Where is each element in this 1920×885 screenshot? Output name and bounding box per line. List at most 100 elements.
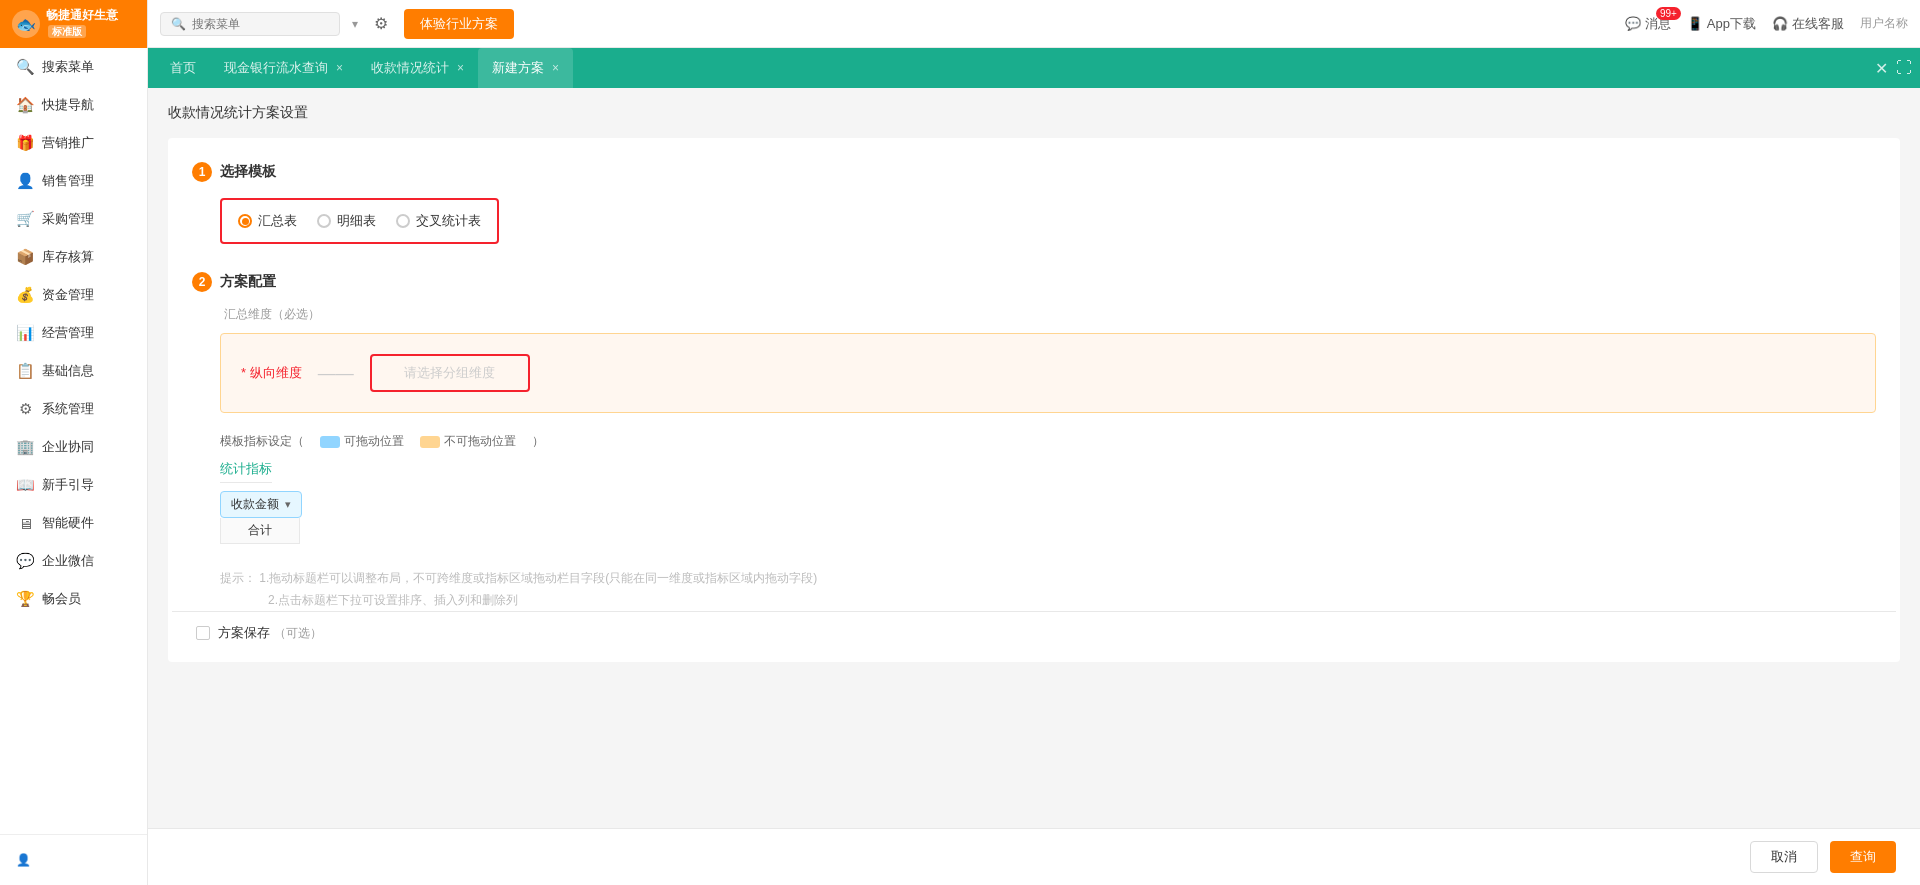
section1-header: 1 选择模板: [192, 162, 1876, 182]
metrics-header: 模板指标设定（ 可拖动位置 不可拖动位置 ）: [220, 433, 1876, 450]
metrics-close: ）: [532, 433, 544, 450]
section1-num: 1: [192, 162, 212, 182]
settings-card: 1 选择模板 汇总表 明细表 交叉统计表: [168, 138, 1900, 662]
metrics-section: 模板指标设定（ 可拖动位置 不可拖动位置 ）: [220, 433, 1876, 450]
topbar: 🔍 ▾ ⚙ 体验行业方案 💬 消息 99+ 📱 App下载 🎧 在线客服 用户名…: [148, 0, 1920, 48]
topbar-right: 💬 消息 99+ 📱 App下载 🎧 在线客服 用户名称: [1625, 15, 1908, 33]
drag-indicator: [320, 436, 340, 448]
no-draggable-label: 不可拖动位置: [444, 433, 516, 450]
cancel-button[interactable]: 取消: [1750, 841, 1818, 873]
basic-icon: 📋: [16, 362, 34, 380]
maximize-window-icon[interactable]: ⛶: [1896, 59, 1912, 78]
trial-button[interactable]: 体验行业方案: [404, 9, 514, 39]
dimension-area: * 纵向维度 —— 请选择分组维度: [220, 333, 1876, 413]
tab-collection-close[interactable]: ×: [457, 61, 464, 75]
tab-cashflow[interactable]: 现金银行流水查询 ×: [210, 48, 357, 88]
radio-cross[interactable]: 交叉统计表: [396, 212, 481, 230]
save-label: 方案保存 （可选）: [218, 624, 322, 642]
sidebar-item-label: 智能硬件: [42, 514, 94, 532]
sidebar-item-guide[interactable]: 📖 新手引导: [0, 466, 147, 504]
stats-section: 统计指标 收款金额 ▾ 合计: [220, 460, 1876, 544]
no-draggable-badge: 不可拖动位置: [420, 433, 516, 450]
section2-header: 2 方案配置: [192, 272, 1876, 292]
sidebar-item-enterprise[interactable]: 🏢 企业协同: [0, 428, 147, 466]
sidebar-item-basic[interactable]: 📋 基础信息: [0, 352, 147, 390]
member-icon: 🏆: [16, 590, 34, 608]
logo-label: 畅捷通好生意: [46, 8, 118, 22]
sidebar-item-inventory[interactable]: 📦 库存核算: [0, 238, 147, 276]
sidebar-item-wechat[interactable]: 💬 企业微信: [0, 542, 147, 580]
query-button[interactable]: 查询: [1830, 841, 1896, 873]
sidebar-item-label: 基础信息: [42, 362, 94, 380]
sidebar-item-sales[interactable]: 👤 销售管理: [0, 162, 147, 200]
sidebar-bottom-item1[interactable]: 👤: [0, 845, 147, 875]
stats-tag-collection[interactable]: 收款金额 ▾: [220, 491, 302, 518]
tab-newplan-close[interactable]: ×: [552, 61, 559, 75]
vertical-dim-label: * 纵向维度: [241, 364, 302, 382]
stats-tag-chevron-icon: ▾: [285, 498, 291, 511]
messages-btn[interactable]: 💬 消息 99+: [1625, 15, 1671, 33]
radio-cross-circle: [396, 214, 410, 228]
save-checkbox[interactable]: [196, 626, 210, 640]
sidebar-item-quicknav[interactable]: 🏠 快捷导航: [0, 86, 147, 124]
no-drag-indicator: [420, 436, 440, 448]
section2: 2 方案配置 汇总维度（必选） * 纵向维度 —— 请选择分组维度: [192, 272, 1876, 611]
sidebar-item-search[interactable]: 🔍 搜索菜单: [0, 48, 147, 86]
tab-cashflow-close[interactable]: ×: [336, 61, 343, 75]
gear-icon[interactable]: ⚙: [374, 14, 388, 33]
finance-icon: 💰: [16, 286, 34, 304]
sidebar-item-label: 销售管理: [42, 172, 94, 190]
tips-section: 提示： 1.拖动标题栏可以调整布局，不可跨维度或指标区域拖动栏目字段(只能在同一…: [220, 568, 1876, 611]
messages-badge: 99+: [1656, 7, 1681, 20]
sidebar-bottom: 👤: [0, 834, 147, 885]
service-label: 在线客服: [1792, 15, 1844, 33]
tabs-bar: 首页 现金银行流水查询 × 收款情况统计 × 新建方案 × ✕ ⛶: [148, 48, 1920, 88]
bottom-icon1: 👤: [16, 853, 31, 867]
sidebar-item-finance[interactable]: 💰 资金管理: [0, 276, 147, 314]
quicknav-icon: 🏠: [16, 96, 34, 114]
sidebar-item-marketing[interactable]: 🎁 营销推广: [0, 124, 147, 162]
search-chevron-icon[interactable]: ▾: [352, 17, 358, 31]
download-icon: 📱: [1687, 16, 1703, 31]
service-btn[interactable]: 🎧 在线客服: [1772, 15, 1844, 33]
sidebar-item-label: 企业微信: [42, 552, 94, 570]
hardware-icon: 🖥: [16, 515, 34, 532]
search-input[interactable]: [192, 17, 312, 31]
section1-title: 选择模板: [220, 163, 276, 181]
dimension-row: * 纵向维度 —— 请选择分组维度: [241, 354, 530, 392]
sidebar-item-label: 企业协同: [42, 438, 94, 456]
dim-placeholder-text: 请选择分组维度: [404, 365, 495, 380]
sidebar-item-label: 营销推广: [42, 134, 94, 152]
bottom-save-section: 方案保存 （可选）: [172, 611, 1896, 654]
user-btn[interactable]: 用户名称: [1860, 15, 1908, 32]
wechat-icon: 💬: [16, 552, 34, 570]
metrics-setting-label: 模板指标设定（: [220, 433, 304, 450]
message-icon: 💬: [1625, 16, 1641, 31]
tab-collection-label: 收款情况统计: [371, 59, 449, 77]
stats-total-label: 合计: [220, 518, 300, 544]
dim-placeholder-select[interactable]: 请选择分组维度: [370, 354, 530, 392]
sidebar-item-member[interactable]: 🏆 畅会员: [0, 580, 147, 618]
enterprise-icon: 🏢: [16, 438, 34, 456]
template-selection: 汇总表 明细表 交叉统计表: [220, 198, 499, 244]
sidebar-item-system[interactable]: ⚙ 系统管理: [0, 390, 147, 428]
sidebar-item-hardware[interactable]: 🖥 智能硬件: [0, 504, 147, 542]
stats-section-label: 统计指标: [220, 460, 272, 483]
sidebar-item-label: 系统管理: [42, 400, 94, 418]
service-icon: 🎧: [1772, 16, 1788, 31]
sidebar-item-management[interactable]: 📊 经营管理: [0, 314, 147, 352]
tab-collection[interactable]: 收款情况统计 ×: [357, 48, 478, 88]
tip1: 提示： 1.拖动标题栏可以调整布局，不可跨维度或指标区域拖动栏目字段(只能在同一…: [220, 568, 1876, 590]
edition-badge: 标准版: [48, 25, 86, 38]
tab-home[interactable]: 首页: [156, 48, 210, 88]
radio-summary-circle: [238, 214, 252, 228]
radio-summary[interactable]: 汇总表: [238, 212, 297, 230]
logo-icon: 🐟: [12, 10, 40, 38]
radio-detail[interactable]: 明细表: [317, 212, 376, 230]
sidebar-item-purchase[interactable]: 🛒 采购管理: [0, 200, 147, 238]
download-btn[interactable]: 📱 App下载: [1687, 15, 1756, 33]
topbar-search-box[interactable]: 🔍: [160, 12, 340, 36]
tab-newplan[interactable]: 新建方案 ×: [478, 48, 573, 88]
close-window-icon[interactable]: ✕: [1875, 59, 1888, 78]
tip2: 2.点击标题栏下拉可设置排序、插入列和删除列: [220, 590, 1876, 612]
